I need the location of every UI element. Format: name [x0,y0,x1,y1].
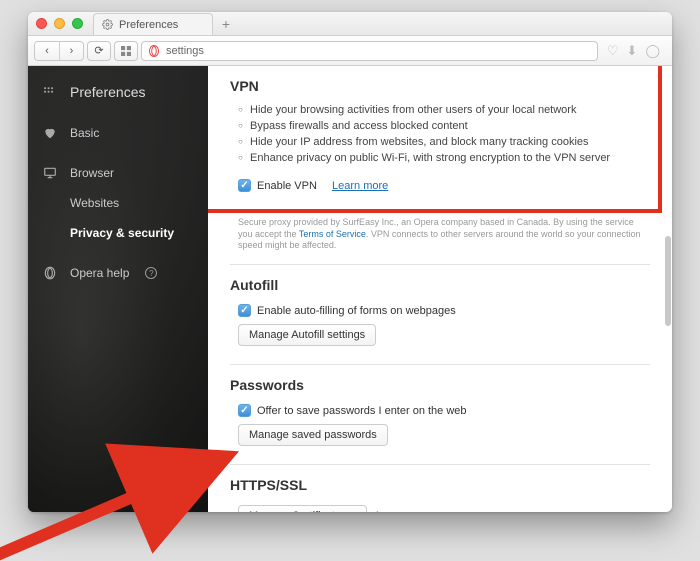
section-passwords: Passwords Offer to save passwords I ente… [208,365,672,452]
tab-preferences[interactable]: Preferences [93,13,213,35]
address-text: settings [166,45,204,57]
browser-window: Preferences + ‹ › ⟳ settings ♡ ⬇ ◯ [28,12,672,512]
manage-autofill-button[interactable]: Manage Autofill settings [238,324,376,346]
enable-vpn-label: Enable VPN [257,180,317,192]
heart-icon[interactable]: ♡ [607,43,619,59]
offer-save-passwords-checkbox[interactable] [238,404,251,417]
https-learn-more-link[interactable]: Learn more [376,510,432,512]
close-window-button[interactable] [36,18,47,29]
sidebar-item-privacy-security[interactable]: Privacy & security [28,218,208,248]
opera-icon [42,265,58,281]
back-button[interactable]: ‹ [35,42,59,60]
section-heading: Passwords [230,377,650,393]
sidebar-item-label: Websites [70,196,119,210]
enable-autofill-checkbox[interactable] [238,304,251,317]
sidebar-item-label: Privacy & security [70,226,174,240]
sidebar-item-opera-help[interactable]: Opera help ? [28,258,208,288]
scrollbar-thumb[interactable] [665,236,671,326]
sidebar-item-label: Basic [70,126,99,140]
vpn-bullet: Hide your IP address from websites, and … [238,134,636,150]
nav-button-group: ‹ › [34,41,84,61]
manage-passwords-button[interactable]: Manage saved passwords [238,424,388,446]
opera-icon [148,45,160,57]
sync-icon[interactable]: ◯ [645,43,660,59]
section-heading: HTTPS/SSL [230,477,650,493]
content-area: Preferences Basic Browser [28,66,672,512]
monitor-icon [42,165,58,181]
manage-certificates-button[interactable]: Manage Certificates... [238,505,367,512]
section-vpn: VPN Hide your browsing activities from o… [208,66,658,201]
main-panel: VPN Hide your browsing activities from o… [208,66,672,512]
heart-icon [42,125,58,141]
address-bar[interactable]: settings [141,41,598,61]
sidebar-item-browser[interactable]: Browser [28,158,208,188]
enable-autofill-label: Enable auto-filling of forms on webpages [257,305,456,317]
enable-vpn-checkbox[interactable] [238,179,251,192]
vpn-bullet: Enhance privacy on public Wi-Fi, with st… [238,150,636,166]
new-tab-button[interactable]: + [213,13,239,35]
sidebar-item-label: Opera help [70,266,129,280]
sidebar-title: Preferences [70,84,145,100]
section-https-ssl: HTTPS/SSL Manage Certificates... Learn m… [208,465,672,512]
reload-button[interactable]: ⟳ [87,41,111,61]
vpn-bullet: Hide your browsing activities from other… [238,102,636,118]
tab-label: Preferences [119,19,178,31]
vpn-bullet: Bypass firewalls and access blocked cont… [238,118,636,134]
enable-vpn-row: Enable VPN Learn more [230,176,636,195]
offer-save-passwords-label: Offer to save passwords I enter on the w… [257,405,467,417]
vpn-learn-more-link[interactable]: Learn more [332,180,388,192]
section-heading: VPN [230,78,636,94]
speed-dial-button[interactable] [114,41,138,61]
vpn-bullet-list: Hide your browsing activities from other… [230,102,636,166]
highlight-box: VPN Hide your browsing activities from o… [208,66,662,213]
grid-icon [121,46,131,56]
sidebar: Preferences Basic Browser [28,66,208,512]
forward-button[interactable]: › [59,42,83,60]
sidebar-title-row: Preferences [28,76,208,108]
help-icon: ? [145,267,157,279]
toolbar: ‹ › ⟳ settings ♡ ⬇ ◯ [28,36,672,66]
download-icon[interactable]: ⬇ [627,43,638,59]
sidebar-item-basic[interactable]: Basic [28,118,208,148]
minimize-window-button[interactable] [54,18,65,29]
gear-icon [102,19,113,30]
titlebar: Preferences + [28,12,672,36]
offer-save-passwords-row: Offer to save passwords I enter on the w… [230,401,650,420]
sliders-icon [42,84,58,100]
vpn-fineprint: Secure proxy provided by SurfEasy Inc., … [208,213,672,252]
window-controls [36,18,83,29]
toolbar-right-icons: ♡ ⬇ ◯ [601,43,666,59]
maximize-window-button[interactable] [72,18,83,29]
tab-strip: Preferences + [93,12,239,35]
section-autofill: Autofill Enable auto-filling of forms on… [208,265,672,352]
sidebar-item-websites[interactable]: Websites [28,188,208,218]
sidebar-item-label: Browser [70,166,114,180]
section-heading: Autofill [230,277,650,293]
enable-autofill-row: Enable auto-filling of forms on webpages [230,301,650,320]
terms-of-service-link[interactable]: Terms of Service [299,229,366,239]
